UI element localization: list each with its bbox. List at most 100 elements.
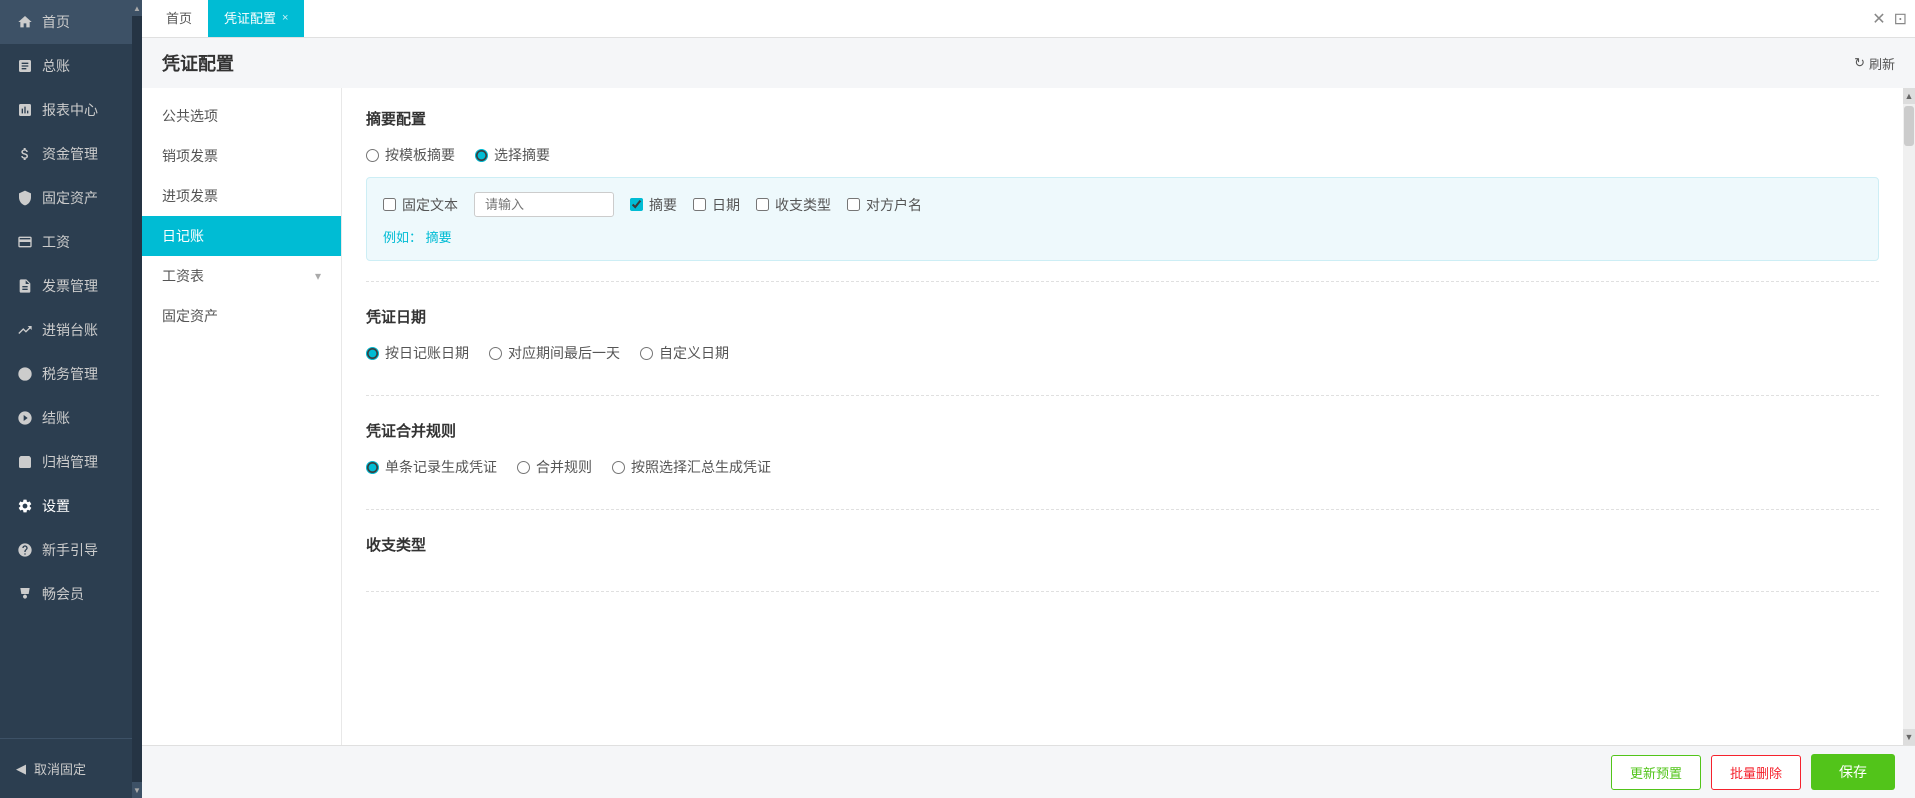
sidebar-item-invoice[interactable]: 发票管理 (0, 264, 132, 308)
radio-custom-date-input[interactable] (640, 347, 653, 360)
left-nav-label: 公共选项 (162, 106, 218, 126)
scrollbar-up-arrow[interactable]: ▲ (1903, 88, 1915, 104)
radio-single-record-label: 单条记录生成凭证 (385, 457, 497, 477)
scrollbar-down-arrow[interactable]: ▼ (1903, 729, 1915, 745)
tab-close-button[interactable]: × (282, 12, 288, 24)
pin-icon: ◀ (16, 761, 26, 777)
sidebar-item-label: 报表中心 (42, 100, 98, 120)
radio-select-input[interactable] (475, 149, 488, 162)
window-restore-button[interactable]: ⊡ (1894, 9, 1907, 29)
radio-single-record[interactable]: 单条记录生成凭证 (366, 457, 497, 477)
left-nav: 公共选项 销项发票 进项发票 日记账 工资表 ▾ 固定资产 (142, 88, 342, 745)
checkbox-payment-type[interactable]: 收支类型 (756, 195, 831, 215)
scrollbar-thumb[interactable] (1904, 106, 1914, 146)
summary-section: 摘要配置 按模板摘要 选择摘要 (366, 108, 1879, 282)
date-section: 凭证日期 按日记账日期 对应期间最后一天 自定义日期 (366, 306, 1879, 396)
left-nav-item-journal[interactable]: 日记账 (142, 216, 341, 256)
asset-icon (16, 189, 34, 207)
sidebar-item-settings[interactable]: 设置 (0, 484, 132, 528)
layout-body: 公共选项 销项发票 进项发票 日记账 工资表 ▾ 固定资产 (142, 88, 1915, 745)
checkbox-payment-type-input[interactable] (756, 198, 769, 211)
radio-template-label: 按模板摘要 (385, 145, 455, 165)
refresh-label: 刷新 (1869, 54, 1895, 73)
sidebar-item-ledger[interactable]: 总账 (0, 44, 132, 88)
unpin-button[interactable]: ◀ 取消固定 (0, 749, 132, 788)
sidebar-item-fund[interactable]: 资金管理 (0, 132, 132, 176)
sidebar-item-asset[interactable]: 固定资产 (0, 176, 132, 220)
sidebar: 首页 总账 报表中心 资金管理 固定资产 工资 发票管理 (0, 0, 132, 798)
page-title: 凭证配置 (162, 50, 234, 76)
radio-template-summary[interactable]: 按模板摘要 (366, 145, 455, 165)
checkbox-fixed-text-label: 固定文本 (402, 195, 458, 215)
sidebar-item-label: 工资 (42, 232, 70, 252)
left-nav-label: 进项发票 (162, 186, 218, 206)
sidebar-item-label: 新手引导 (42, 540, 98, 560)
window-close-button[interactable]: ✕ (1872, 9, 1885, 29)
sidebar-item-guide[interactable]: 新手引导 (0, 528, 132, 572)
sidebar-scrollbar: ▲ ▼ (132, 0, 142, 798)
checkbox-counterparty[interactable]: 对方户名 (847, 195, 922, 215)
scroll-down-arrow[interactable]: ▼ (132, 782, 142, 798)
radio-single-record-input[interactable] (366, 461, 379, 474)
scroll-up-arrow[interactable]: ▲ (132, 0, 142, 16)
radio-select-label: 选择摘要 (494, 145, 550, 165)
checkbox-fixed-text-input[interactable] (383, 198, 396, 211)
sidebar-item-salary[interactable]: 工资 (0, 220, 132, 264)
radio-journal-date-input[interactable] (366, 347, 379, 360)
radio-period-last-day-label: 对应期间最后一天 (508, 343, 620, 363)
radio-template-input[interactable] (366, 149, 379, 162)
sidebar-item-home[interactable]: 首页 (0, 0, 132, 44)
checkbox-summary-label: 摘要 (649, 195, 677, 215)
left-nav-item-payroll[interactable]: 工资表 ▾ (142, 256, 341, 296)
bottom-bar: 更新预置 批量删除 保存 (142, 745, 1915, 798)
sidebar-item-label: 税务管理 (42, 364, 98, 384)
radio-merge-rule-input[interactable] (517, 461, 530, 474)
checkbox-date-input[interactable] (693, 198, 706, 211)
radio-journal-date[interactable]: 按日记账日期 (366, 343, 469, 363)
home-icon (16, 13, 34, 31)
refresh-icon: ↻ (1854, 55, 1865, 71)
sidebar-item-close-account[interactable]: 结账 (0, 396, 132, 440)
tab-voucher-config[interactable]: 凭证配置 × (208, 0, 304, 37)
tab-bar: 首页 凭证配置 × ✕ ⊡ (142, 0, 1915, 38)
main-scrollbar: ▲ ▼ (1903, 88, 1915, 745)
archive-icon (16, 453, 34, 471)
main-area: 首页 凭证配置 × ✕ ⊡ 凭证配置 ↻ 刷新 公共选项 (142, 0, 1915, 798)
checkbox-summary[interactable]: 摘要 (630, 195, 677, 215)
radio-merge-rule[interactable]: 合并规则 (517, 457, 592, 477)
left-nav-item-public[interactable]: 公共选项 (142, 96, 341, 136)
radio-period-last-day[interactable]: 对应期间最后一天 (489, 343, 620, 363)
radio-select-summarize[interactable]: 按照选择汇总生成凭证 (612, 457, 771, 477)
checkbox-fixed-text[interactable]: 固定文本 (383, 195, 458, 215)
summary-checkbox-row: 固定文本 摘要 日期 (383, 192, 1862, 217)
sidebar-item-label: 畅会员 (42, 584, 84, 604)
tab-home[interactable]: 首页 (150, 0, 208, 37)
salary-icon (16, 233, 34, 251)
radio-custom-date[interactable]: 自定义日期 (640, 343, 729, 363)
sidebar-item-member[interactable]: 畅会员 (0, 572, 132, 616)
save-button[interactable]: 保存 (1811, 754, 1895, 790)
sidebar-item-stock[interactable]: 进销台账 (0, 308, 132, 352)
stock-icon (16, 321, 34, 339)
settings-icon (16, 497, 34, 515)
checkbox-summary-input[interactable] (630, 198, 643, 211)
radio-select-summarize-input[interactable] (612, 461, 625, 474)
left-nav-item-fixed-asset[interactable]: 固定资产 (142, 296, 341, 336)
refresh-button[interactable]: ↻ 刷新 (1854, 54, 1895, 73)
checkbox-date[interactable]: 日期 (693, 195, 740, 215)
radio-select-summary[interactable]: 选择摘要 (475, 145, 550, 165)
batch-delete-button[interactable]: 批量删除 (1711, 755, 1801, 790)
sidebar-item-tax[interactable]: 税务管理 (0, 352, 132, 396)
sidebar-item-archive[interactable]: 归档管理 (0, 440, 132, 484)
update-preview-button[interactable]: 更新预置 (1611, 755, 1701, 790)
ledger-icon (16, 57, 34, 75)
radio-period-last-day-input[interactable] (489, 347, 502, 360)
fixed-text-input[interactable] (474, 192, 614, 217)
guide-icon (16, 541, 34, 559)
checkbox-counterparty-input[interactable] (847, 198, 860, 211)
left-nav-item-purchase-invoice[interactable]: 进项发票 (142, 176, 341, 216)
left-nav-item-sales-invoice[interactable]: 销项发票 (142, 136, 341, 176)
sidebar-item-label: 固定资产 (42, 188, 98, 208)
sidebar-item-report[interactable]: 报表中心 (0, 88, 132, 132)
sidebar-item-label: 结账 (42, 408, 70, 428)
